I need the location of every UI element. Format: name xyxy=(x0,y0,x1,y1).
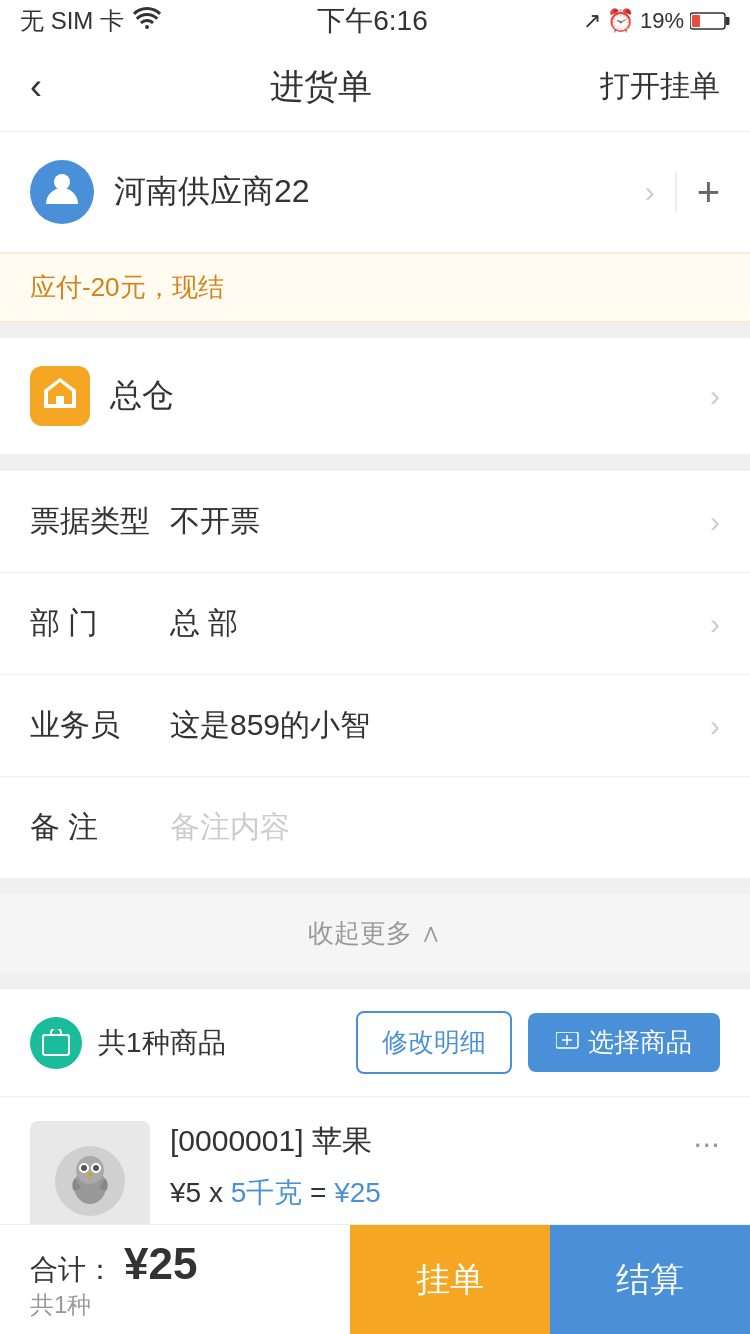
equals-sign: = xyxy=(310,1177,334,1208)
location-icon: ↗ xyxy=(583,8,601,34)
salesperson-value: 这是859的小智 xyxy=(170,705,710,746)
collapse-row[interactable]: 收起更多 ∧ xyxy=(0,894,750,973)
salesperson-label: 业务员 xyxy=(30,705,170,746)
modify-detail-button[interactable]: 修改明细 xyxy=(356,1011,512,1074)
products-icon-wrap xyxy=(30,1017,82,1069)
wifi-icon xyxy=(132,7,162,35)
collapse-text: 收起更多 ∧ xyxy=(308,916,441,951)
warehouse-card[interactable]: 总仓 › xyxy=(0,338,750,454)
product-price-row: ¥5 x 5千克 = ¥25 xyxy=(170,1174,693,1212)
avatar xyxy=(30,160,94,224)
battery-text: 19% xyxy=(640,8,684,34)
open-pending-button[interactable]: 打开挂单 xyxy=(600,66,720,107)
product-price: ¥5 xyxy=(170,1177,201,1208)
total-amount: ¥25 xyxy=(124,1239,197,1289)
svg-point-11 xyxy=(81,1165,87,1171)
select-product-button[interactable]: 选择商品 xyxy=(528,1013,720,1072)
total-label: 合计： xyxy=(30,1251,114,1289)
supplier-row[interactable]: 河南供应商22 › + xyxy=(0,132,750,253)
svg-rect-4 xyxy=(43,1035,69,1055)
warehouse-row[interactable]: 总仓 › xyxy=(0,338,750,454)
product-total: ¥25 xyxy=(334,1177,381,1208)
svg-rect-2 xyxy=(692,15,700,27)
warehouse-chevron-icon: › xyxy=(710,379,720,413)
remark-label: 备 注 xyxy=(30,807,170,848)
status-right: ↗ ⏰ 19% xyxy=(583,8,730,34)
main-content: 河南供应商22 › + 应付-20元，现结 总仓 › 票据类型 不开票 › 部 … xyxy=(0,132,750,1334)
product-qty: 5千克 xyxy=(231,1177,303,1208)
remark-row[interactable]: 备 注 备注内容 xyxy=(0,776,750,878)
remark-input[interactable]: 备注内容 xyxy=(170,807,720,848)
invoice-chevron-icon: › xyxy=(710,505,720,539)
battery-icon xyxy=(690,11,730,31)
svg-point-3 xyxy=(54,174,70,190)
products-count: 共1种商品 xyxy=(98,1024,356,1062)
person-icon xyxy=(44,170,80,215)
supplier-chevron-icon: › xyxy=(645,175,655,209)
nav-bar: ‹ 进货单 打开挂单 xyxy=(0,42,750,132)
product-info: [0000001] 苹果 ¥5 x 5千克 = ¥25 xyxy=(170,1121,693,1212)
product-name: [0000001] 苹果 xyxy=(170,1121,693,1162)
add-supplier-button[interactable]: + xyxy=(697,170,720,215)
warehouse-icon-wrap xyxy=(30,366,90,426)
supplier-name: 河南供应商22 xyxy=(114,170,645,214)
multiply-sign: x xyxy=(209,1177,231,1208)
sim-text: 无 SIM 卡 xyxy=(20,5,124,37)
checkout-button[interactable]: 结算 xyxy=(550,1225,750,1334)
owl-logo xyxy=(55,1146,125,1216)
invoice-type-row[interactable]: 票据类型 不开票 › xyxy=(0,470,750,572)
svg-rect-1 xyxy=(726,17,730,25)
supplier-notice: 应付-20元，现结 xyxy=(0,253,750,322)
salesperson-row[interactable]: 业务员 这是859的小智 › xyxy=(0,674,750,776)
total-count: 共1种 xyxy=(30,1289,320,1321)
department-chevron-icon: › xyxy=(710,607,720,641)
department-value: 总 部 xyxy=(170,603,710,644)
products-header: 共1种商品 修改明细 选择商品 xyxy=(0,989,750,1097)
department-label: 部 门 xyxy=(30,603,170,644)
product-thumbnail xyxy=(30,1121,150,1241)
status-left: 无 SIM 卡 xyxy=(20,5,162,37)
suspend-button[interactable]: 挂单 xyxy=(350,1225,550,1334)
bottom-bar: 合计： ¥25 共1种 挂单 结算 xyxy=(0,1224,750,1334)
select-product-label: 选择商品 xyxy=(588,1025,692,1060)
page-title: 进货单 xyxy=(270,64,372,110)
status-time: 下午6:16 xyxy=(317,2,428,40)
warehouse-name: 总仓 xyxy=(110,374,710,418)
warehouse-icon xyxy=(44,378,76,415)
supplier-card: 河南供应商22 › + 应付-20元，现结 xyxy=(0,132,750,322)
alarm-icon: ⏰ xyxy=(607,8,634,34)
form-card: 票据类型 不开票 › 部 门 总 部 › 业务员 这是859的小智 › 备 注 … xyxy=(0,470,750,878)
back-button[interactable]: ‹ xyxy=(30,66,42,108)
total-section: 合计： ¥25 共1种 xyxy=(0,1225,350,1334)
status-bar: 无 SIM 卡 下午6:16 ↗ ⏰ 19% xyxy=(0,0,750,42)
divider xyxy=(675,172,677,212)
svg-point-12 xyxy=(93,1165,99,1171)
invoice-type-value: 不开票 xyxy=(170,501,710,542)
salesperson-chevron-icon: › xyxy=(710,709,720,743)
product-more-button[interactable]: ··· xyxy=(693,1121,720,1162)
invoice-type-label: 票据类型 xyxy=(30,501,170,542)
department-row[interactable]: 部 门 总 部 › xyxy=(0,572,750,674)
